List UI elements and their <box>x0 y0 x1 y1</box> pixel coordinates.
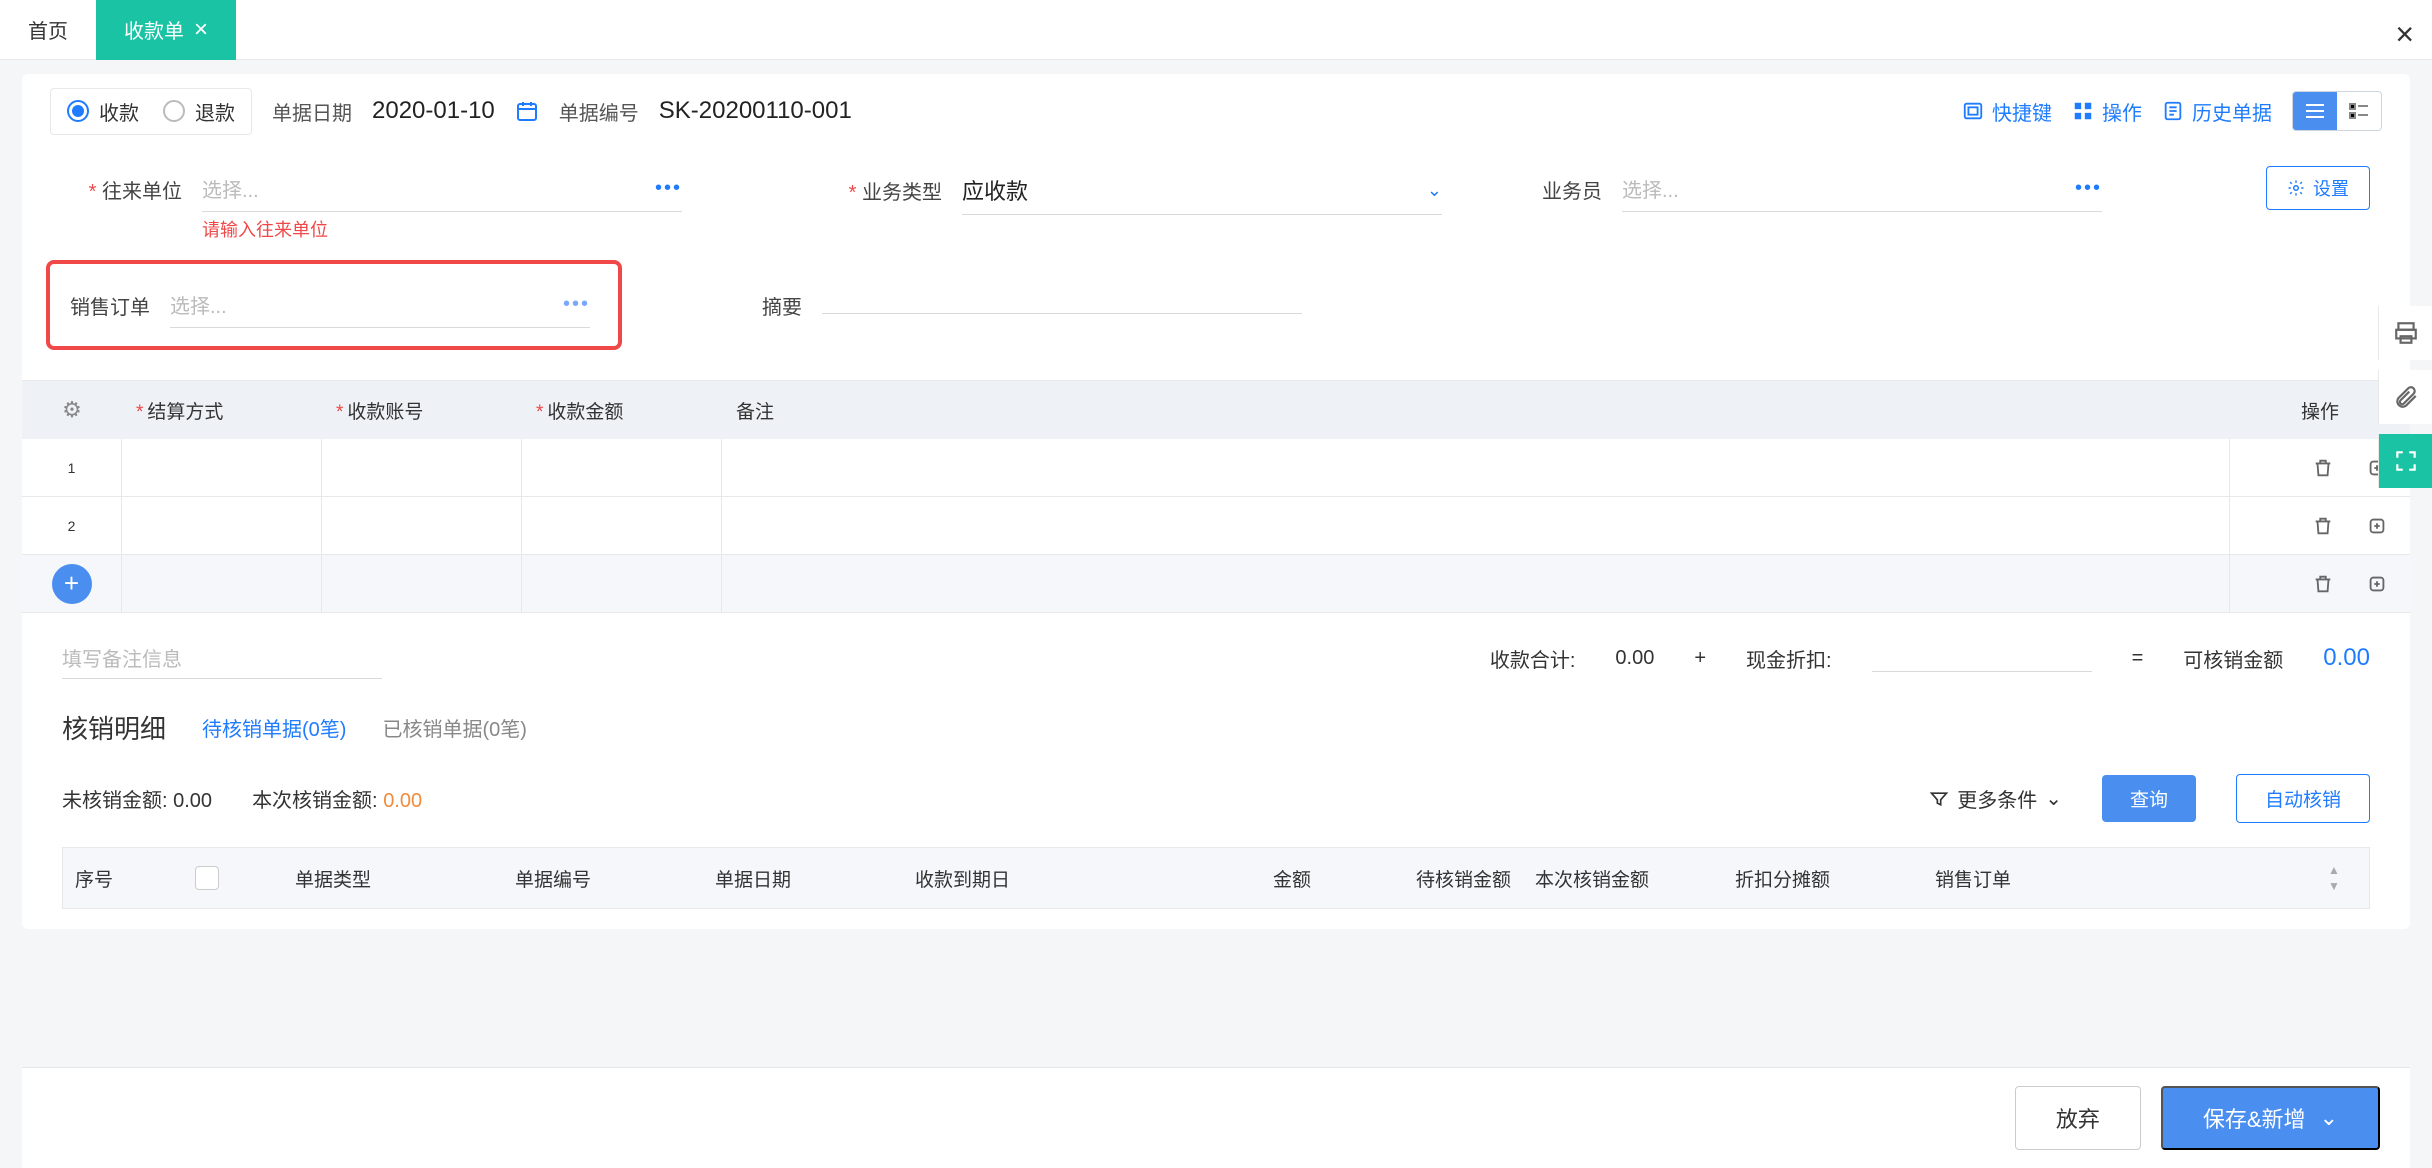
discount-label: 现金折扣: <box>1746 644 1832 673</box>
delete-row-icon[interactable] <box>2304 573 2342 595</box>
memo-input[interactable]: 填写备注信息 <box>62 637 382 679</box>
staff-label: 业务员 <box>1482 175 1602 204</box>
chevron-down-icon: ⌄ <box>1427 180 1442 201</box>
no-label: 单据编号 <box>559 97 639 126</box>
col-type: 单据类型 <box>283 865 503 892</box>
writeoff-table: 序号 单据类型 单据编号 单据日期 收款到期日 金额 待核销金额 本次核销金额 … <box>62 847 2370 909</box>
history-button[interactable]: 历史单据 <box>2162 97 2272 126</box>
calendar-icon[interactable] <box>515 99 539 123</box>
col-seq: 序号 <box>63 865 183 892</box>
col-allocdisc: 折扣分摊额 <box>1723 865 1923 892</box>
select-all-checkbox[interactable] <box>195 866 219 890</box>
col-salesorder: 销售订单 <box>1923 865 2299 892</box>
partner-label: 往来单位 <box>62 175 182 204</box>
radio-receive[interactable]: 收款 <box>67 97 139 126</box>
layout-compact-icon[interactable] <box>2293 92 2337 130</box>
date-value[interactable]: 2020-01-10 <box>372 97 495 125</box>
footer-bar: 放弃 保存&新增 ⌄ <box>22 1067 2410 1168</box>
total-label: 收款合计: <box>1490 644 1576 673</box>
col-amount: 金额 <box>1123 865 1323 892</box>
chevron-down-icon: ⌄ <box>2320 1105 2338 1131</box>
receipt-type-radio-group: 收款 退款 <box>50 88 252 135</box>
no-value: SK-20200110-001 <box>659 97 852 125</box>
partner-select[interactable]: 选择... ••• <box>202 166 682 212</box>
payment-table: ⚙ 结算方式 收款账号 收款金额 备注 操作 1 2 <box>22 380 2410 613</box>
discount-input[interactable] <box>1872 644 2092 672</box>
abandon-button[interactable]: 放弃 <box>2015 1086 2141 1150</box>
col-method: 结算方式 <box>122 397 322 424</box>
operate-button[interactable]: 操作 <box>2072 97 2142 126</box>
print-icon[interactable] <box>2378 306 2432 360</box>
copy-row-icon[interactable] <box>2358 573 2396 595</box>
salesorder-highlight: 销售订单 选择... ••• <box>46 260 622 350</box>
total-value: 0.00 <box>1615 647 1654 670</box>
col-this: 本次核销金额 <box>1523 865 1723 892</box>
tab-done-writeoff[interactable]: 已核销单据(0笔) <box>382 713 526 742</box>
close-page-icon[interactable]: × <box>2395 16 2414 53</box>
tab-bar: 首页 收款单 × × <box>0 0 2432 60</box>
table-add-row: + <box>22 555 2410 613</box>
delete-row-icon[interactable] <box>2304 457 2342 479</box>
save-button[interactable]: 保存&新增 ⌄ <box>2161 1086 2380 1150</box>
more-icon: ••• <box>2075 177 2102 200</box>
col-due: 收款到期日 <box>903 865 1123 892</box>
writeoff-title: 核销明细 <box>62 709 166 746</box>
form-zone: 往来单位 选择... ••• 请输入往来单位 业务类型 应收款 ⌄ <box>22 148 2410 350</box>
col-no: 单据编号 <box>503 865 703 892</box>
date-label: 单据日期 <box>272 97 352 126</box>
writeoff-filter: 未核销金额: 0.00 本次核销金额: 0.00 更多条件 ⌄ 查询 自动核销 <box>22 746 2410 847</box>
copy-row-icon[interactable] <box>2358 515 2396 537</box>
summary-input[interactable] <box>822 297 1302 314</box>
table-row: 2 <box>22 497 2410 555</box>
summary-label: 摘要 <box>722 291 802 320</box>
writeoff-label: 可核销金额 <box>2183 644 2283 673</box>
more-icon: ••• <box>563 293 590 316</box>
query-button[interactable]: 查询 <box>2102 775 2196 822</box>
main-card: 收款 退款 单据日期 2020-01-10 单据编号 SK-20200110-0… <box>22 74 2410 929</box>
tab-receipt-label: 收款单 <box>124 15 184 44</box>
toolbar: 收款 退款 单据日期 2020-01-10 单据编号 SK-20200110-0… <box>22 74 2410 148</box>
biztype-label: 业务类型 <box>822 176 942 205</box>
close-tab-icon[interactable]: × <box>194 16 208 44</box>
partner-error: 请输入往来单位 <box>202 216 782 242</box>
auto-writeoff-button[interactable]: 自动核销 <box>2236 774 2370 823</box>
more-filter-button[interactable]: 更多条件 ⌄ <box>1929 784 2062 813</box>
summary-bar: 填写备注信息 收款合计: 0.00 + 现金折扣: = 可核销金额 0.00 <box>22 613 2410 679</box>
tab-home[interactable]: 首页 <box>0 0 96 60</box>
staff-select[interactable]: 选择... ••• <box>1622 166 2102 212</box>
salesorder-label: 销售订单 <box>70 291 150 320</box>
writeoff-value: 0.00 <box>2323 644 2370 672</box>
table-row: 1 <box>22 439 2410 497</box>
biztype-select[interactable]: 应收款 ⌄ <box>962 166 1442 215</box>
col-account: 收款账号 <box>322 397 522 424</box>
settings-button[interactable]: 设置 <box>2266 166 2370 210</box>
radio-refund[interactable]: 退款 <box>163 97 235 126</box>
layout-toggle <box>2292 91 2382 131</box>
col-pending: 待核销金额 <box>1323 865 1523 892</box>
more-icon: ••• <box>655 177 682 200</box>
sort-up-icon[interactable]: ▲ <box>2328 863 2340 877</box>
side-dock <box>2378 306 2432 488</box>
col-date: 单据日期 <box>703 865 903 892</box>
salesorder-select[interactable]: 选择... ••• <box>170 282 590 328</box>
add-row-button[interactable]: + <box>52 564 92 604</box>
attachment-icon[interactable] <box>2378 370 2432 424</box>
col-remark: 备注 <box>722 397 2230 424</box>
col-amount: 收款金额 <box>522 397 722 424</box>
writeoff-header: 核销明细 待核销单据(0笔) 已核销单据(0笔) <box>22 679 2410 746</box>
tab-pending-writeoff[interactable]: 待核销单据(0笔) <box>202 713 346 742</box>
shortcut-button[interactable]: 快捷键 <box>1962 97 2052 126</box>
sort-down-icon[interactable]: ▼ <box>2328 879 2340 893</box>
delete-row-icon[interactable] <box>2304 515 2342 537</box>
layout-list-icon[interactable] <box>2337 92 2381 130</box>
chevron-down-icon: ⌄ <box>2045 786 2062 811</box>
expand-icon[interactable] <box>2378 434 2432 488</box>
gear-icon[interactable]: ⚙ <box>62 397 82 422</box>
tab-receipt[interactable]: 收款单 × <box>96 0 236 60</box>
